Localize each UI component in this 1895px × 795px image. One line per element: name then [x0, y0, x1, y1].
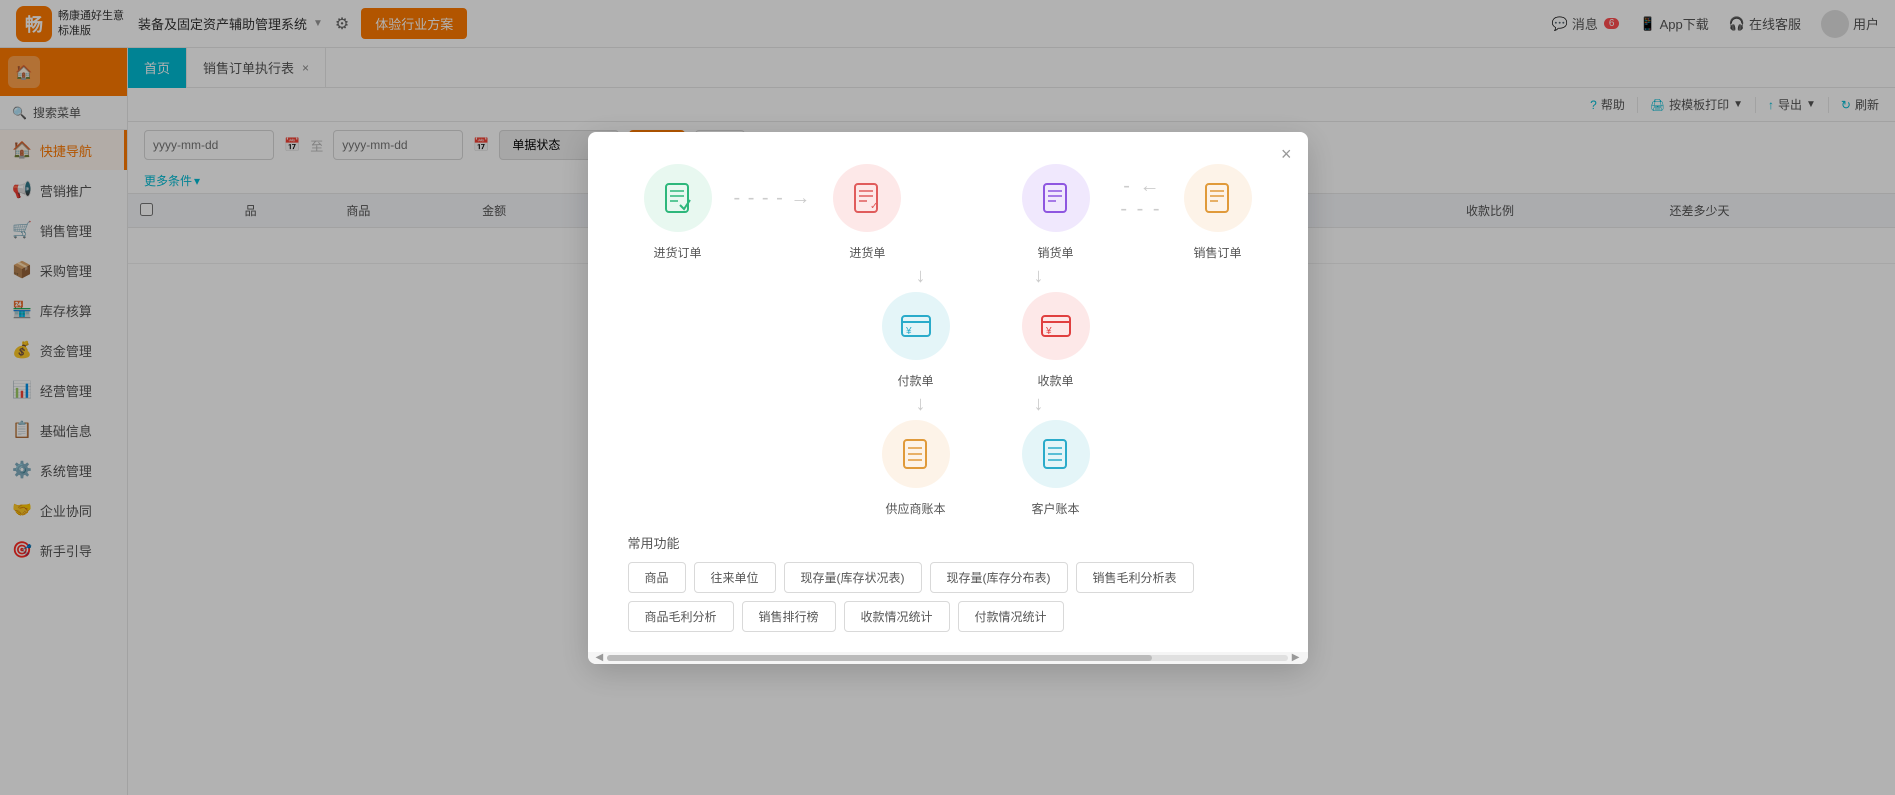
- purchase-bill-label: 进货单: [849, 244, 885, 261]
- supplier-ledger-label: 供应商账本: [885, 500, 945, 517]
- supplier-ledger-circle: [882, 420, 950, 488]
- flow-node-payment[interactable]: ¥ 付款单: [866, 292, 966, 389]
- common-btn-sales-ranking[interactable]: 销售排行榜: [742, 601, 836, 632]
- flow-node-purchase-bill[interactable]: ✓ 进货单: [817, 164, 917, 261]
- modal-scrollbar: ◀ ▶: [588, 652, 1308, 664]
- sales-order-label: 销售订单: [1193, 244, 1241, 261]
- sales-bill-circle: [1022, 164, 1090, 232]
- customer-ledger-label: 客户账本: [1031, 500, 1079, 517]
- flow-node-purchase-order[interactable]: 进货订单: [628, 164, 728, 261]
- svg-text:✓: ✓: [870, 201, 878, 212]
- modal-close-btn[interactable]: ×: [1281, 144, 1292, 165]
- arrow-sales-bill-down: ↓: [1034, 265, 1044, 288]
- sales-order-circle: [1184, 164, 1252, 232]
- arrow-purchase-order-to-bill: - - - - →: [728, 187, 818, 210]
- svg-text:¥: ¥: [1045, 326, 1052, 337]
- common-btn-inventory-status[interactable]: 现存量(库存状况表): [784, 562, 922, 593]
- arrow-payment-down: ↓: [916, 393, 926, 416]
- purchase-order-label: 进货订单: [653, 244, 701, 261]
- flow-node-sales-order[interactable]: 销售订单: [1168, 164, 1268, 261]
- scrollbar-thumb[interactable]: [607, 655, 1151, 661]
- payment-label: 付款单: [897, 372, 933, 389]
- arrow-sales-bill-from-order: ← - - - -: [1106, 175, 1168, 221]
- purchase-order-circle: [644, 164, 712, 232]
- svg-text:¥: ¥: [905, 326, 912, 337]
- modal-overlay[interactable]: × 进货订单 - - - - →: [0, 0, 1895, 795]
- flow-node-customer-ledger[interactable]: 客户账本: [1006, 420, 1106, 517]
- common-btn-payment-stats[interactable]: 付款情况统计: [958, 601, 1064, 632]
- common-btn-receipt-stats[interactable]: 收款情况统计: [844, 601, 950, 632]
- flow-modal: × 进货订单 - - - - →: [588, 132, 1308, 664]
- common-functions-title: 常用功能: [628, 533, 1268, 552]
- arrow-receipt-down: ↓: [1034, 393, 1044, 416]
- arrow-purchase-bill-down: ↓: [916, 265, 926, 288]
- purchase-bill-circle: ✓: [833, 164, 901, 232]
- customer-ledger-circle: [1022, 420, 1090, 488]
- receipt-circle: ¥: [1022, 292, 1090, 360]
- common-btn-inventory-dist[interactable]: 现存量(库存分布表): [930, 562, 1068, 593]
- payment-circle: ¥: [882, 292, 950, 360]
- scrollbar-track: [607, 655, 1288, 661]
- receipt-label: 收款单: [1037, 372, 1073, 389]
- scrollbar-left-arrow[interactable]: ◀: [592, 652, 608, 663]
- flow-diagram: 进货订单 - - - - → ✓ 进货单: [628, 164, 1268, 517]
- scrollbar-right-arrow[interactable]: ▶: [1288, 652, 1304, 663]
- sales-bill-label: 销货单: [1037, 244, 1073, 261]
- common-btn-counterpart[interactable]: 往来单位: [694, 562, 776, 593]
- common-btn-product-margin[interactable]: 商品毛利分析: [628, 601, 734, 632]
- modal-body: 进货订单 - - - - → ✓ 进货单: [588, 132, 1308, 652]
- flow-node-sales-bill[interactable]: 销货单: [1006, 164, 1106, 261]
- flow-node-supplier-ledger[interactable]: 供应商账本: [866, 420, 966, 517]
- common-btn-sales-margin[interactable]: 销售毛利分析表: [1076, 562, 1194, 593]
- flow-node-receipt[interactable]: ¥ 收款单: [1006, 292, 1106, 389]
- common-btn-product[interactable]: 商品: [628, 562, 686, 593]
- common-functions-section: 常用功能 商品 往来单位 现存量(库存状况表) 现存量(库存分布表) 销售毛利分…: [628, 533, 1268, 632]
- common-buttons-group: 商品 往来单位 现存量(库存状况表) 现存量(库存分布表) 销售毛利分析表 商品…: [628, 562, 1268, 632]
